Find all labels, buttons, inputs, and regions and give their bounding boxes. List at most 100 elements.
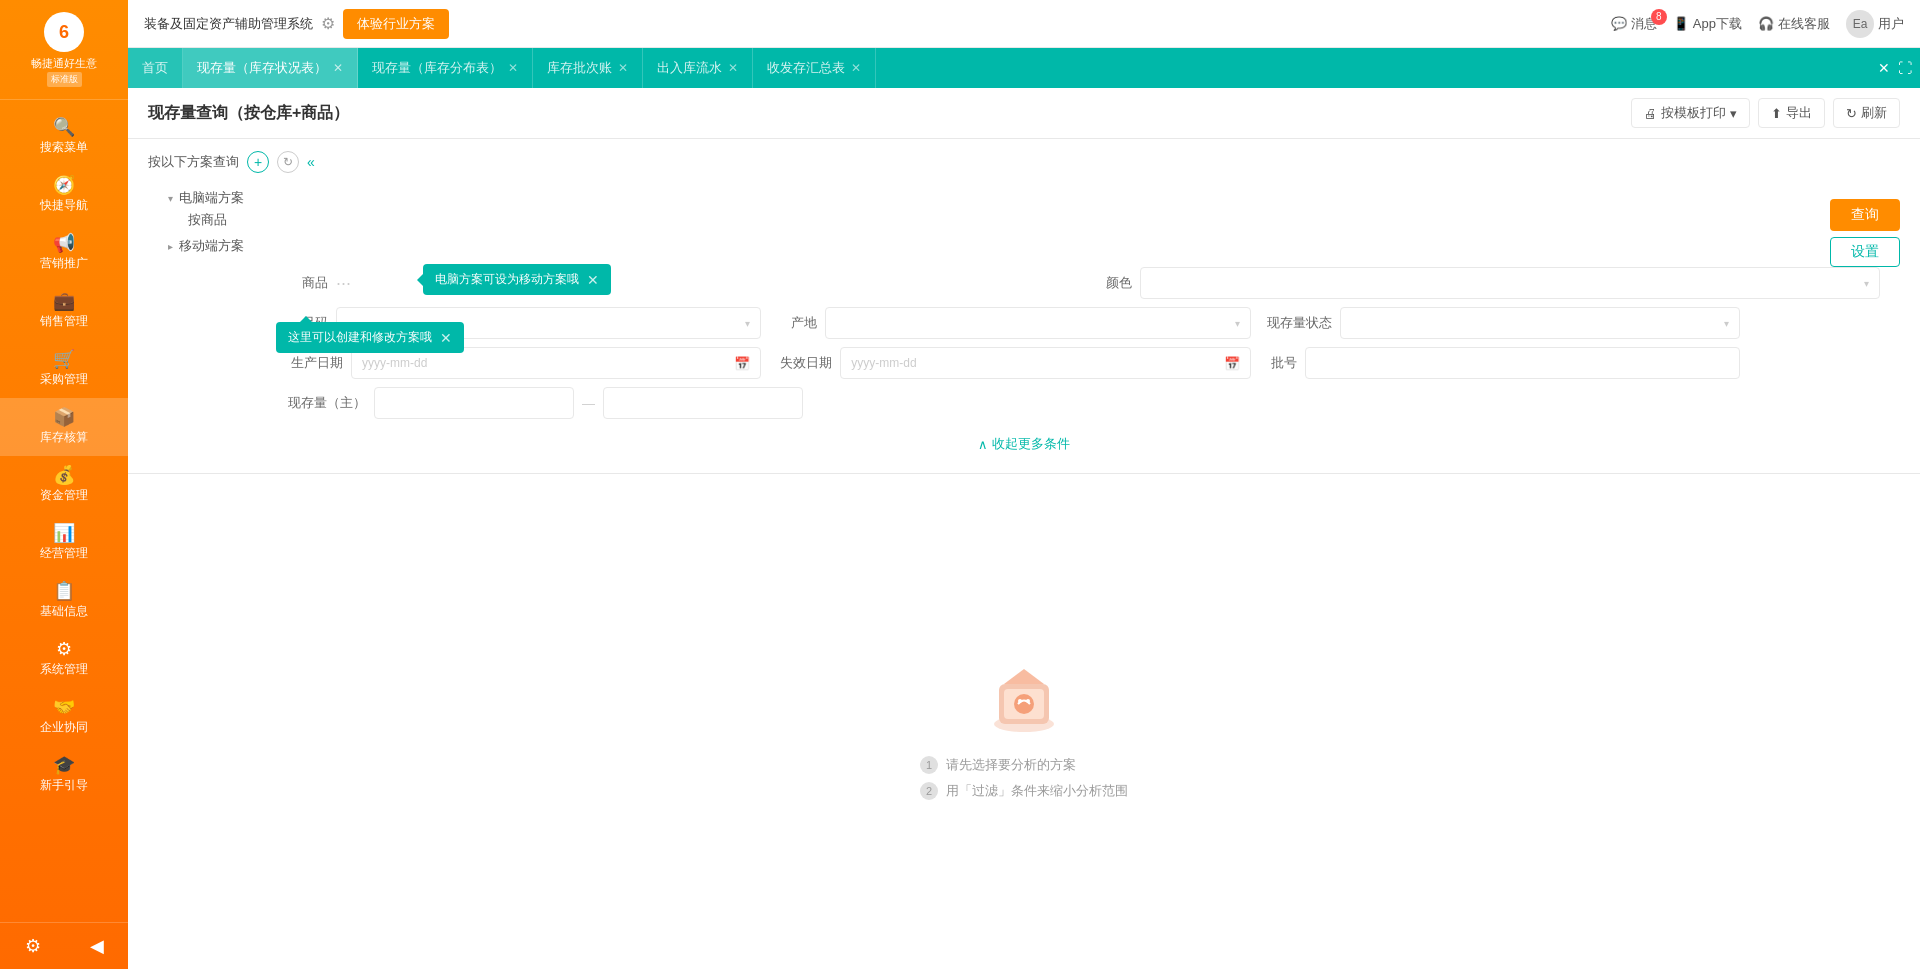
filter-field-qty: 现存量（主） — [288,387,803,419]
tab-close-all-btn[interactable]: ✕ [1878,60,1890,76]
sidebar-item-inventory[interactable]: 📦 库存核算 [0,398,128,456]
stock-status-label: 现存量状态 [1267,314,1332,332]
hint-num-1: 1 [920,756,938,774]
scheme-group-mobile-header[interactable]: ▸ 移动端方案 [168,233,1880,259]
sidebar-item-purchase[interactable]: 🛒 采购管理 [0,340,128,398]
origin-select[interactable]: ▾ [825,307,1250,339]
scheme-group-desktop-header[interactable]: ▾ 电脑端方案 [168,185,1880,211]
color-label: 颜色 [1092,274,1132,292]
color-select[interactable]: ▾ [1140,267,1880,299]
sidebar-item-quick[interactable]: 🧭 快捷导航 [0,166,128,224]
tab-close-icon[interactable]: ✕ [508,61,518,75]
tab-inventory-status[interactable]: 现存量（库存状况表） ✕ [183,48,358,88]
tooltip-desktop-scheme: 电脑方案可设为移动方案哦 ✕ [423,264,611,295]
user-label: 用户 [1878,15,1904,33]
tab-expand-btn[interactable]: ⛶ [1898,60,1912,76]
tab-close-icon[interactable]: ✕ [333,61,343,75]
sidebar-item-marketing[interactable]: 📢 营销推广 [0,224,128,282]
app-download-btn[interactable]: 📱 App下载 [1673,15,1742,33]
purchase-icon: 🛒 [53,350,75,368]
empty-hints: 1 请先选择要分析的方案 2 用「过滤」条件来缩小分析范围 [920,756,1128,800]
svg-point-3 [1014,694,1034,714]
sidebar-collapse-btn[interactable]: ◀ [90,935,104,957]
sidebar-item-label: 营销推广 [40,255,88,272]
sidebar-item-label: 采购管理 [40,371,88,388]
trial-btn[interactable]: 体验行业方案 [343,9,449,39]
stock-status-select[interactable]: ▾ [1340,307,1740,339]
scheme-desktop-label: 电脑端方案 [179,189,244,207]
sidebar-item-label: 经营管理 [40,545,88,562]
tab-close-icon[interactable]: ✕ [618,61,628,75]
expire-date-input[interactable]: yyyy-mm-dd 📅 [840,347,1250,379]
range-separator: — [582,396,595,411]
sidebar-item-finance[interactable]: 💰 资金管理 [0,456,128,514]
collapse-btn[interactable]: ∧ 收起更多条件 [978,435,1070,453]
operation-icon: 📊 [53,524,75,542]
filter-area: 按以下方案查询 + ↻ « 电脑方案可设为移动方案哦 ✕ 这里可以创建和修改方案… [128,139,1920,474]
filter-field-color: 颜色 ▾ [1092,267,1880,299]
tab-close-icon[interactable]: ✕ [728,61,738,75]
qty-min-input[interactable] [374,387,574,419]
filter-add-btn[interactable]: + [247,151,269,173]
topbar-settings-icon[interactable]: ⚙ [321,14,335,33]
topbar-title: 装备及固定资产辅助管理系统 [144,15,313,33]
calendar-icon: 📅 [734,356,750,371]
sidebar-item-operation[interactable]: 📊 经营管理 [0,514,128,572]
sidebar-item-enterprise[interactable]: 🤝 企业协同 [0,688,128,746]
newbie-icon: 🎓 [53,756,75,774]
app-download-label: App下载 [1693,15,1742,33]
tooltip2-close-btn[interactable]: ✕ [440,330,452,346]
tab-recv-summary[interactable]: 收发存汇总表 ✕ [753,48,876,88]
sidebar-item-sales[interactable]: 💼 销售管理 [0,282,128,340]
scheme-list: ▾ 电脑端方案 按商品 ▸ 移动端方案 [148,185,1900,259]
hint-text-2: 用「过滤」条件来缩小分析范围 [946,782,1128,800]
filter-refresh-btn[interactable]: ↻ [277,151,299,173]
scheme-desktop-item[interactable]: 按商品 [168,211,1880,229]
refresh-btn[interactable]: ↻ 刷新 [1833,98,1900,128]
scheme-mobile-label: 移动端方案 [179,237,244,255]
sidebar-item-label: 搜索菜单 [40,139,88,156]
qty-max-input[interactable] [603,387,803,419]
set-btn[interactable]: 设置 [1830,237,1900,267]
tab-batch-ledger-label: 库存批次账 [547,59,612,77]
calendar-icon: 📅 [1224,356,1240,371]
template-print-btn[interactable]: 🖨 按模板打印 ▾ [1631,98,1750,128]
message-btn[interactable]: 💬 消息 8 [1611,15,1657,33]
tab-close-icon[interactable]: ✕ [851,61,861,75]
user-btn[interactable]: Ea 用户 [1846,10,1904,38]
hint-text-1: 请先选择要分析的方案 [946,756,1076,774]
empty-illustration [974,644,1074,744]
tooltip1-close-btn[interactable]: ✕ [587,272,599,288]
filter-field-expire-date: 失效日期 yyyy-mm-dd 📅 [777,347,1250,379]
filter-label-row: 按以下方案查询 + ↻ « [148,151,1900,173]
tooltip-create-scheme: 这里可以创建和修改方案哦 ✕ [276,322,464,353]
sidebar-item-system[interactable]: ⚙ 系统管理 [0,630,128,688]
filter-field-stock-status: 现存量状态 ▾ [1267,307,1740,339]
sidebar-nav: 🔍 搜索菜单 🧭 快捷导航 📢 营销推广 💼 销售管理 🛒 采购管理 📦 库存核… [0,100,128,922]
sidebar-item-newbie[interactable]: 🎓 新手引导 [0,746,128,804]
empty-icon [974,649,1074,739]
sidebar-item-search[interactable]: 🔍 搜索菜单 [0,108,128,166]
tab-io-flow[interactable]: 出入库流水 ✕ [643,48,753,88]
filter-arrow-btn[interactable]: « [307,154,315,170]
avatar-text: Ea [1853,17,1868,31]
tab-inventory-dist[interactable]: 现存量（库存分布表） ✕ [358,48,533,88]
tab-home[interactable]: 首页 [128,48,183,88]
batch-label: 批号 [1267,354,1297,372]
batch-input[interactable] [1305,347,1740,379]
export-btn[interactable]: ⬆ 导出 [1758,98,1825,128]
tab-batch-ledger[interactable]: 库存批次账 ✕ [533,48,643,88]
page-header: 现存量查询（按仓库+商品） 🖨 按模板打印 ▾ ⬆ 导出 ↻ 刷新 [128,88,1920,139]
sidebar-item-label: 新手引导 [40,777,88,794]
action-buttons: 查询 设置 [1830,199,1900,267]
print-icon: 🖨 [1644,106,1657,121]
quick-nav-icon: 🧭 [53,176,75,194]
sidebar-item-basic[interactable]: 📋 基础信息 [0,572,128,630]
online-support-btn[interactable]: 🎧 在线客服 [1758,15,1830,33]
sidebar-settings-btn[interactable]: ⚙ [25,935,41,957]
tabbar-actions: ✕ ⛶ [1870,48,1920,88]
sidebar-logo: 6 畅捷通好生意 标准版 [0,0,128,100]
chevron-down-icon: ▾ [745,318,750,329]
search-btn[interactable]: 查询 [1830,199,1900,231]
headset-icon: 🎧 [1758,16,1774,31]
